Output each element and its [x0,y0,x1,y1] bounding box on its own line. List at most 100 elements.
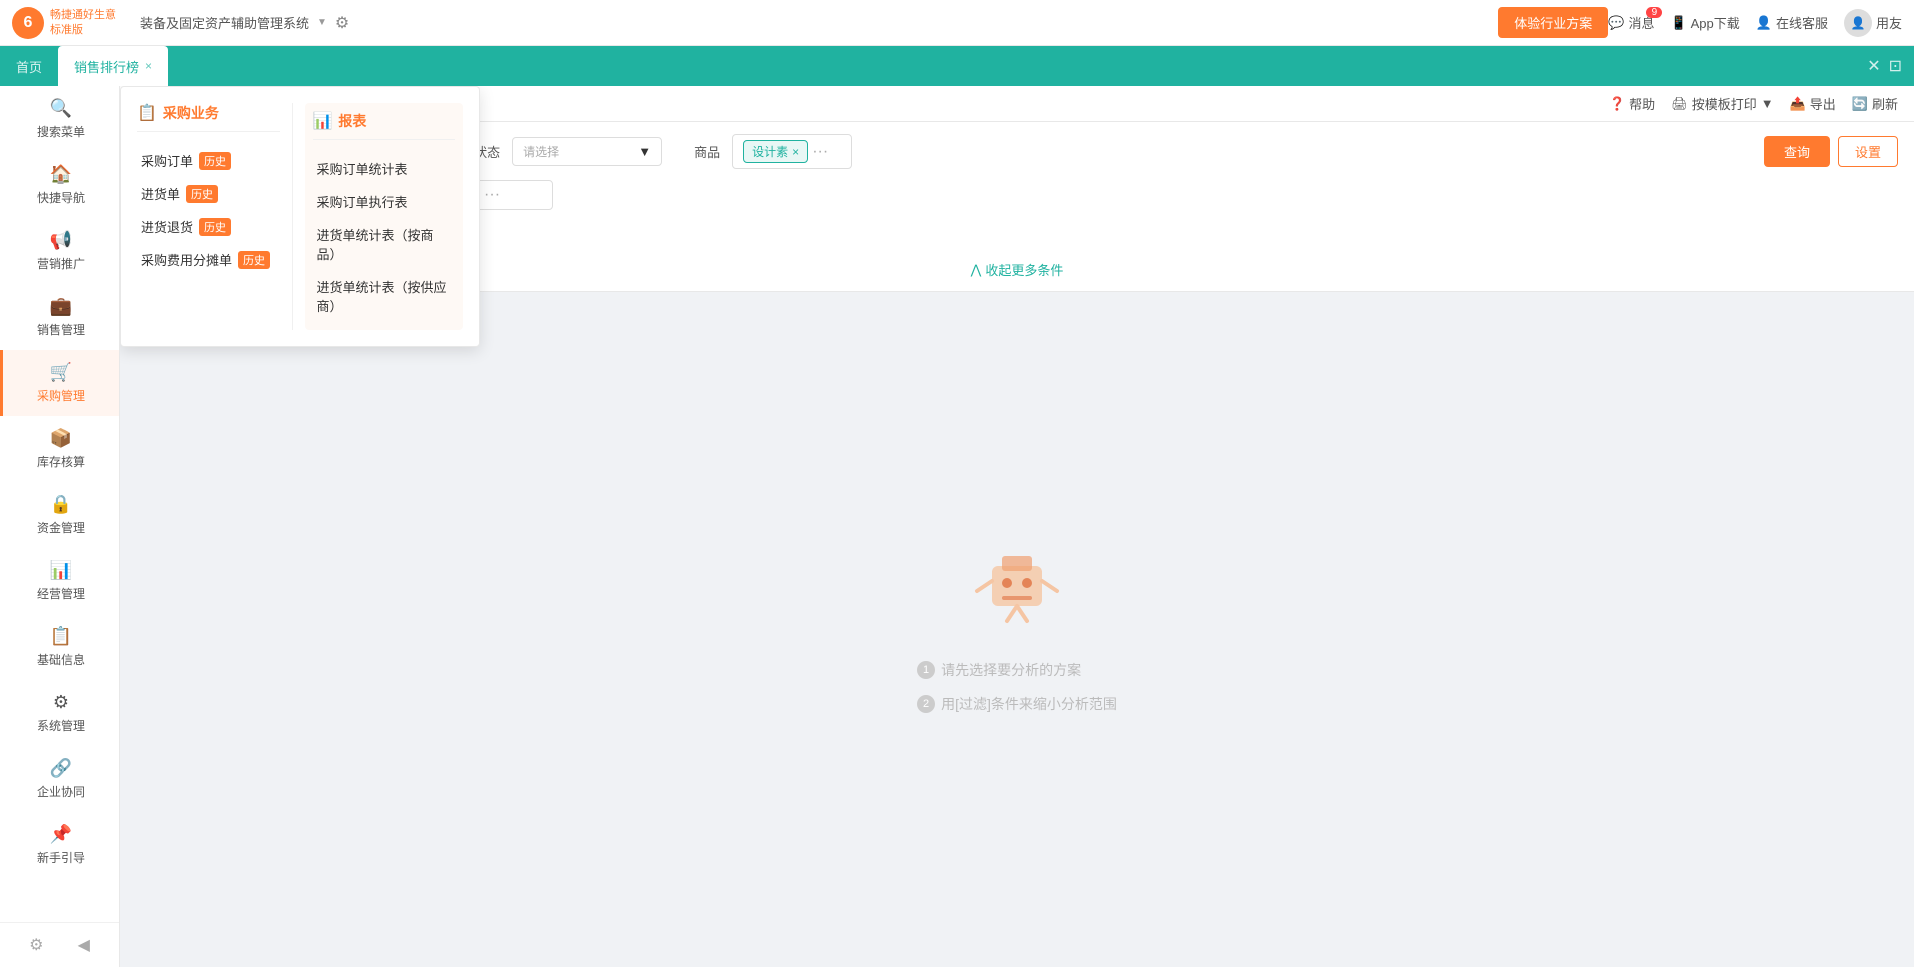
system-title-area: 装备及固定资产辅助管理系统 ▼ ⚙ [140,13,1498,33]
receive-badge: 历史 [186,185,218,203]
empty-text: 1 请先选择要分析的方案 2 用[过滤]条件来缩小分析范围 [917,656,1117,724]
sidebar-item-quick-nav[interactable]: 🏠 快捷导航 [0,152,119,218]
print-icon: 🖨 [1671,96,1688,112]
menu-item-purchase-return[interactable]: 进货退货 历史 [137,210,280,243]
phone-icon: 📱 [1670,15,1686,31]
topbar: 6 畅捷通好生意 标准版 装备及固定资产辅助管理系统 ▼ ⚙ 体验行业方案 💬 … [0,0,1914,46]
logo-text: 畅捷通好生意 标准版 [50,8,116,37]
user-avatar: 👤 [1844,9,1872,37]
purchase-col: 📋 采购业务 采购订单 历史 进货单 历史 进货退货 历史 [137,103,280,330]
refresh-icon: 🔄 [1852,96,1868,112]
collapse-btn[interactable]: ⋀ 收起更多条件 [971,260,1064,279]
goods-label: 商品 [694,142,720,161]
enterprise-icon: 🔗 [50,758,72,779]
sales-icon: 💼 [50,296,72,317]
voucher-status-select[interactable]: 请选择 ▼ [512,137,662,166]
sidebar-settings-icon[interactable]: ⚙ [29,935,43,955]
setting-btn[interactable]: 设置 [1838,136,1898,167]
sidebar-item-marketing[interactable]: 📢 营销推广 [0,218,119,284]
goods-more-dots[interactable]: ··· [812,143,828,161]
menu-item-purchase-order-exec[interactable]: 采购订单执行表 [313,185,456,218]
message-badge: 9 [1646,7,1662,18]
guide-icon: 📌 [50,824,72,845]
help-btn[interactable]: ❓ 帮助 [1609,94,1655,113]
app-download-btn[interactable]: 📱 App下载 [1670,13,1739,32]
sidebar-item-sales[interactable]: 💼 销售管理 [0,284,119,350]
report-col-title: 📊 报表 [313,111,456,140]
print-btn[interactable]: 🖨 按模板打印 ▼ [1671,94,1773,113]
return-badge: 历史 [199,218,231,236]
purchase-col-title: 📋 采购业务 [137,103,280,132]
sidebar-item-system[interactable]: ⚙ 系统管理 [0,680,119,746]
query-actions: 查询 设置 [1764,136,1898,167]
online-service-btn[interactable]: 👤 在线客服 [1756,13,1828,32]
empty-svg [967,536,1067,636]
menu-item-receive-stat-supplier[interactable]: 进货单统计表（按供应商） [313,270,456,322]
report-col: 📊 报表 采购订单统计表 采购订单执行表 进货单统计表（按商品） 进货单统计表（… [305,103,464,330]
menu-item-purchase-order-stat[interactable]: 采购订单统计表 [313,152,456,185]
sidebar-item-purchase[interactable]: 🛒 采购管理 [0,350,119,416]
system-icon: ⚙ [53,692,69,713]
sidebar-item-search[interactable]: 🔍 搜索菜单 [0,86,119,152]
topbar-right: 💬 消息 9 📱 App下载 👤 在线客服 👤 用友 [1608,9,1902,37]
purchase-icon: 🛒 [50,362,72,383]
menu-divider [292,103,293,330]
collapse-up-icon: ⋀ [971,262,982,278]
tab-sales-rank[interactable]: 销售排行榜 × [58,46,168,86]
content-area: ❓ 帮助 🖨 按模板打印 ▼ 📤 导出 🔄 刷新 日期 [120,86,1914,967]
message-btn[interactable]: 💬 消息 9 [1608,13,1654,32]
sidebar-item-inventory[interactable]: 📦 库存核算 [0,416,119,482]
logo-area: 6 畅捷通好生意 标准版 [12,7,132,39]
tabbar: 首页 销售排行榜 × ✕ ⊡ [0,46,1914,86]
system-title: 装备及固定资产辅助管理系统 [140,13,309,32]
user-btn[interactable]: 👤 用友 [1844,9,1902,37]
purchase-col-icon: 📋 [137,103,157,123]
empty-hint-2: 2 用[过滤]条件来缩小分析范围 [917,690,1117,718]
goods-tag: 设计素 × [743,140,808,163]
marketing-icon: 📢 [50,230,72,251]
logo-icon: 6 [12,7,44,39]
home-icon: 🏠 [50,164,72,185]
print-arrow: ▼ [1761,96,1774,111]
sidebar-collapse-icon[interactable]: ◀ [78,935,90,955]
help-icon: ❓ [1609,96,1625,112]
sidebar-bottom: ⚙ ◀ [0,922,119,967]
settings-icon[interactable]: ⚙ [335,13,349,33]
menu-item-purchase-expense[interactable]: 采购费用分摊单 历史 [137,243,280,276]
inventory-icon: 📦 [50,428,72,449]
purchase-dropdown-menu: 📋 采购业务 采购订单 历史 进货单 历史 进货退货 历史 [120,86,480,347]
service-icon: 👤 [1756,15,1772,31]
message-icon: 💬 [1608,15,1624,31]
sidebar-item-enterprise[interactable]: 🔗 企业协同 [0,746,119,812]
menu-item-purchase-order[interactable]: 采购订单 历史 [137,144,280,177]
maximize-icon[interactable]: ⊡ [1889,56,1902,76]
basic-icon: 📋 [50,626,72,647]
sidebar-item-guide[interactable]: 📌 新手引导 [0,812,119,878]
empty-hint-1: 1 请先选择要分析的方案 [917,656,1117,684]
sidebar-item-basic[interactable]: 📋 基础信息 [0,614,119,680]
sidebar-item-finance[interactable]: 🔒 资金管理 [0,482,119,548]
export-icon: 📤 [1790,96,1806,112]
close-tab-icon[interactable]: ✕ [1867,56,1880,76]
refresh-btn[interactable]: 🔄 刷新 [1852,94,1898,113]
tab-home[interactable]: 首页 [0,46,58,86]
finance-icon: 🔒 [50,494,72,515]
goods-tag-close[interactable]: × [792,145,799,159]
tabbar-right-actions: ✕ ⊡ [1867,56,1914,76]
main-layout: 🔍 搜索菜单 🏠 快捷导航 📢 营销推广 💼 销售管理 🛒 采购管理 📦 库存核… [0,86,1914,967]
report-col-icon: 📊 [313,111,333,131]
expense-badge: 历史 [238,251,270,269]
tab-close-icon[interactable]: × [145,59,152,73]
title-dropdown-arrow[interactable]: ▼ [317,17,327,28]
industry-btn[interactable]: 体验行业方案 [1498,7,1608,38]
export-btn[interactable]: 📤 导出 [1790,94,1836,113]
query-btn[interactable]: 查询 [1764,136,1830,167]
menu-item-purchase-receive[interactable]: 进货单 历史 [137,177,280,210]
purchase-order-badge: 历史 [199,152,231,170]
empty-icon [967,536,1067,636]
sidebar-item-operation[interactable]: 📊 经营管理 [0,548,119,614]
menu-item-receive-stat-goods[interactable]: 进货单统计表（按商品） [313,218,456,270]
operation-icon: 📊 [50,560,72,581]
goods-input[interactable]: 设计素 × ··· [732,134,852,169]
salesperson-dots[interactable]: ··· [484,186,500,204]
